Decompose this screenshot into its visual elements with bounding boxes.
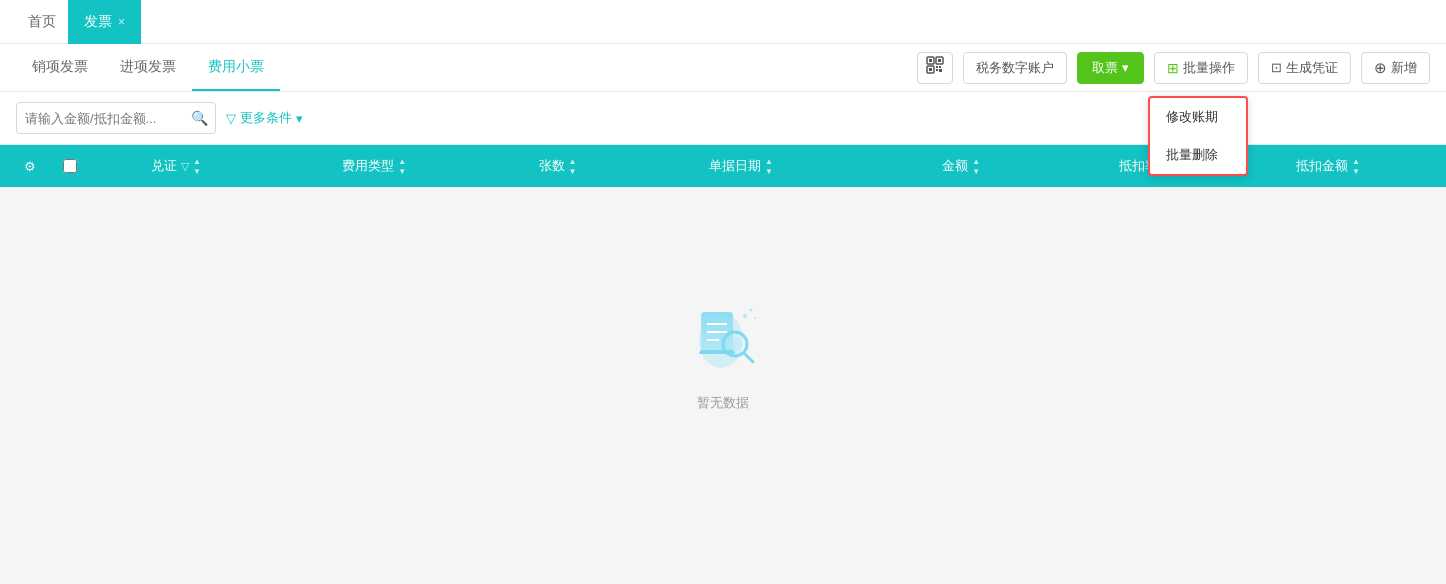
sub-nav: 销项发票 进项发票 费用小票	[0, 44, 1446, 92]
sub-nav-left: 销项发票 进项发票 费用小票	[16, 44, 280, 91]
home-link[interactable]: 首页	[16, 13, 68, 31]
th-deduct-sort[interactable]: ▲ ▼	[1352, 157, 1360, 176]
svg-rect-7	[939, 66, 941, 68]
top-bar: 首页 发票 ×	[0, 0, 1446, 44]
search-input-wrap[interactable]: 🔍	[16, 102, 216, 134]
svg-rect-1	[929, 59, 932, 62]
add-button[interactable]: ⊕ 新增	[1361, 52, 1430, 84]
more-filter-button[interactable]: ▽ 更多条件 ▾	[226, 109, 303, 127]
generate-icon: ⊡	[1271, 60, 1282, 75]
fetch-arrow-icon: ▾	[1122, 60, 1129, 75]
th-settings[interactable]: ⚙	[8, 159, 52, 174]
more-filter-label: 更多条件	[240, 109, 292, 127]
select-all-checkbox[interactable]	[63, 159, 77, 173]
batch-dropdown-menu: 修改账期 批量删除	[1148, 96, 1248, 176]
svg-rect-9	[939, 69, 942, 72]
empty-text: 暂无数据	[697, 394, 749, 412]
invoice-tab-label: 发票	[84, 13, 112, 31]
batch-label: 批量操作	[1183, 59, 1235, 77]
th-deduct-label: 抵扣金额	[1296, 157, 1348, 175]
svg-rect-5	[929, 68, 932, 71]
th-expense-type[interactable]: 费用类型 ▲ ▼	[264, 157, 484, 176]
th-date-label: 单据日期	[709, 157, 761, 175]
th-amount-label: 金额	[942, 157, 968, 175]
settings-icon: ⚙	[24, 159, 36, 174]
th-expense-type-sort[interactable]: ▲ ▼	[398, 157, 406, 176]
th-count-sort[interactable]: ▲ ▼	[569, 157, 577, 176]
filter-icon: ▽	[226, 111, 236, 126]
svg-point-21	[754, 317, 756, 319]
svg-line-18	[744, 353, 753, 362]
tax-digital-button[interactable]: 税务数字账户	[963, 52, 1067, 84]
qr-button[interactable]	[917, 52, 953, 84]
fetch-ticket-button[interactable]: 取票 ▾	[1077, 52, 1144, 84]
svg-point-20	[750, 309, 753, 312]
th-amount[interactable]: 金额 ▲ ▼	[851, 157, 1071, 176]
tax-digital-label: 税务数字账户	[976, 59, 1054, 77]
add-icon: ⊕	[1374, 59, 1387, 77]
add-label: 新增	[1391, 59, 1417, 77]
svg-point-17	[728, 337, 742, 351]
th-count-label: 张数	[539, 157, 565, 175]
svg-point-19	[743, 314, 747, 318]
svg-rect-3	[938, 59, 941, 62]
th-cert[interactable]: 兑证 ▽ ▲ ▼	[88, 157, 264, 176]
th-checkbox[interactable]	[52, 159, 88, 173]
th-expense-type-label: 费用类型	[342, 157, 394, 175]
qr-icon	[925, 55, 945, 80]
sub-nav-expense[interactable]: 费用小票	[192, 44, 280, 91]
empty-state-icon	[673, 282, 773, 382]
modify-period-item[interactable]: 修改账期	[1150, 98, 1246, 136]
sub-nav-sales[interactable]: 销项发票	[16, 44, 104, 91]
batch-wrap: ⊞ 批量操作 修改账期 批量删除	[1154, 52, 1248, 84]
th-deduct[interactable]: 抵扣金额 ▲ ▼	[1218, 157, 1438, 176]
th-cert-label: 兑证	[151, 157, 177, 175]
th-cert-sort[interactable]: ▲ ▼	[193, 157, 201, 176]
search-input[interactable]	[25, 111, 185, 126]
generate-label: 生成凭证	[1286, 59, 1338, 77]
invoice-tab-close[interactable]: ×	[118, 15, 125, 29]
th-amount-sort[interactable]: ▲ ▼	[972, 157, 980, 176]
search-icon: 🔍	[191, 110, 208, 126]
svg-rect-6	[936, 66, 938, 68]
th-date-sort[interactable]: ▲ ▼	[765, 157, 773, 176]
batch-delete-item[interactable]: 批量删除	[1150, 136, 1246, 174]
th-cert-filter-icon: ▽	[181, 160, 189, 173]
more-filter-arrow-icon: ▾	[296, 111, 303, 126]
fetch-label: 取票	[1092, 59, 1118, 77]
batch-icon: ⊞	[1167, 60, 1179, 76]
empty-state: 暂无数据	[0, 187, 1446, 507]
sub-nav-right: 税务数字账户 取票 ▾ ⊞ 批量操作 修改账期 批量删除 ⊡ 生成凭证 ⊕	[917, 52, 1430, 84]
th-date[interactable]: 单据日期 ▲ ▼	[631, 157, 851, 176]
batch-button[interactable]: ⊞ 批量操作	[1154, 52, 1248, 84]
svg-rect-8	[936, 69, 938, 71]
generate-voucher-button[interactable]: ⊡ 生成凭证	[1258, 52, 1351, 84]
invoice-tab[interactable]: 发票 ×	[68, 0, 141, 44]
sub-nav-purchase[interactable]: 进项发票	[104, 44, 192, 91]
th-count[interactable]: 张数 ▲ ▼	[484, 157, 631, 176]
